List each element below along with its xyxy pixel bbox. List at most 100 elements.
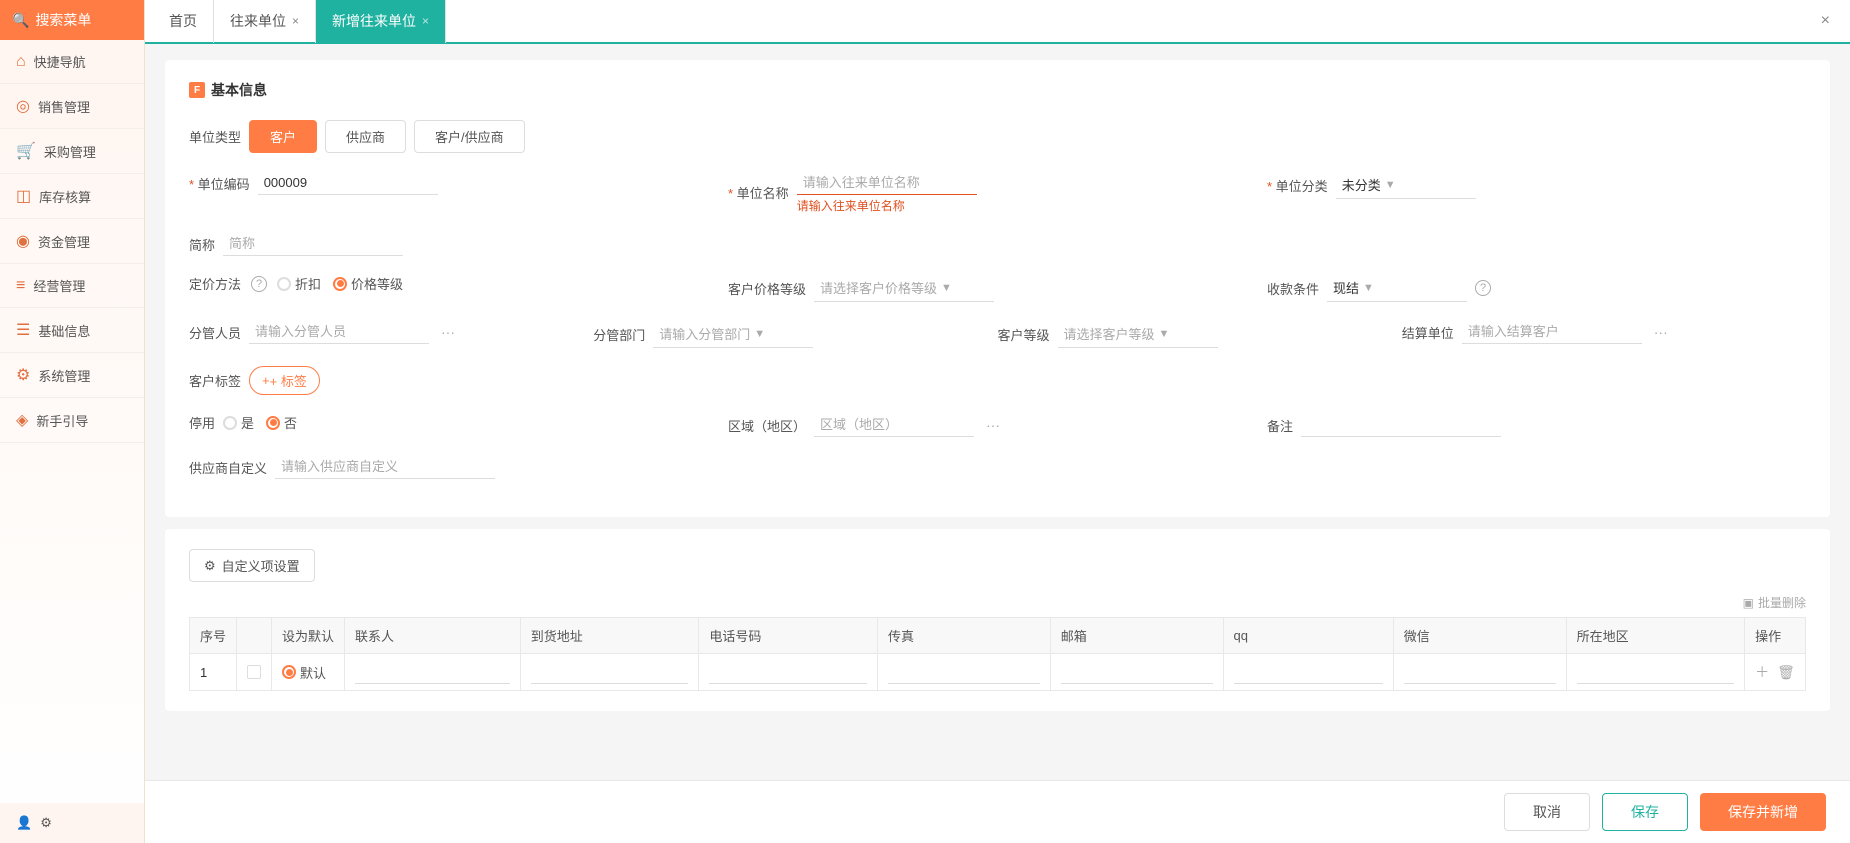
cell-checkbox[interactable] [237,654,272,691]
inventory-icon: ◫ [16,186,31,206]
disabled-yes-radio[interactable]: 是 [223,413,254,432]
region-label: 区域（地区） [728,416,806,435]
supervisor-input[interactable] [249,320,429,344]
tab-new-partner[interactable]: 新增往来单位 × [316,0,446,43]
department-select[interactable]: 请输入分管部门 ▼ [653,320,813,348]
cell-fax[interactable] [877,654,1050,691]
save-button[interactable]: 保存 [1602,793,1688,831]
region-table-input[interactable] [1577,660,1735,684]
region-group: 区域（地区） ··· [728,413,1267,437]
payment-terms-chevron: ▼ [1363,282,1374,294]
tab-home[interactable]: 首页 [153,0,214,43]
cell-address[interactable] [520,654,699,691]
guide-icon: ◈ [16,410,28,430]
unit-type-group-container: 单位类型 客户 供应商 客户/供应商 [189,120,1806,153]
cell-index: 1 [190,654,237,691]
pricing-discount-radio[interactable]: 折扣 [277,274,321,293]
pricing-level-radio[interactable]: 价格等级 [333,274,403,293]
unit-name-input[interactable] [797,171,977,195]
unit-type-supplier-btn[interactable]: 供应商 [325,120,406,153]
close-partner-tab[interactable]: × [292,14,299,28]
remark-input[interactable] [1301,413,1501,437]
table-row: 1 默认 [190,654,1806,691]
sidebar-item-basic-info[interactable]: ☰ 基础信息 [0,308,144,353]
address-input[interactable] [531,660,689,684]
col-qq: qq [1223,618,1393,654]
disabled-label: 停用 [189,413,215,432]
remark-group: 备注 [1267,413,1806,437]
sales-icon: ◎ [16,96,30,116]
tab-partner[interactable]: 往来单位 × [214,0,316,43]
phone-input[interactable] [709,660,867,684]
col-email: 邮箱 [1050,618,1223,654]
pricing-method-label: 定价方法 [189,274,241,293]
supplier-custom-label: 供应商自定义 [189,458,267,477]
contact-input[interactable] [355,660,510,684]
pricing-method-group: 定价方法 ? 折扣 价格等级 [189,274,728,293]
col-phone: 电话号码 [699,618,878,654]
sidebar-item-quick-nav[interactable]: ⌂ 快捷导航 [0,40,144,84]
customer-price-level-select[interactable]: 请选择客户价格等级 ▼ [814,274,994,302]
close-new-partner-tab[interactable]: × [422,14,429,28]
sidebar-item-sales[interactable]: ◎ 销售管理 [0,84,144,129]
short-name-input[interactable] [223,232,403,256]
unit-type-customer-btn[interactable]: 客户 [249,120,317,153]
purchase-icon: 🛒 [16,141,36,161]
add-row-icon[interactable]: ＋ [1755,662,1769,682]
unit-code-input[interactable] [258,171,438,195]
supervisor-label: 分管人员 [189,323,241,342]
settlement-unit-dots-btn[interactable]: ··· [1650,324,1672,340]
unit-code-label: 单位编码 [189,174,250,193]
cancel-button[interactable]: 取消 [1504,793,1590,831]
unit-code-group: 单位编码 [189,171,728,195]
region-dots-btn[interactable]: ··· [982,417,1004,433]
pricing-help-icon[interactable]: ? [251,276,267,292]
custom-settings-btn[interactable]: ⚙ 自定义项设置 [189,549,315,582]
sidebar-item-operations[interactable]: ≡ 经营管理 [0,264,144,308]
payment-terms-help-icon[interactable]: ? [1475,280,1491,296]
delete-row-icon[interactable]: 🗑 [1777,664,1795,681]
fax-input[interactable] [888,660,1040,684]
finance-icon: ◉ [16,231,30,251]
default-radio[interactable]: 默认 [282,663,334,682]
disabled-no-circle [266,416,280,430]
sidebar-item-inventory[interactable]: ◫ 库存核算 [0,174,144,219]
batch-delete-btn[interactable]: ▣ 批量删除 [189,594,1806,611]
sidebar-bottom[interactable]: 👤 ⚙ [0,803,144,843]
search-menu-button[interactable]: 🔍 搜索菜单 [0,0,144,40]
cell-phone[interactable] [699,654,878,691]
cell-qq[interactable] [1223,654,1393,691]
payment-terms-select[interactable]: 现结 ▼ [1327,274,1467,302]
sidebar-item-guide[interactable]: ◈ 新手引导 [0,398,144,443]
customer-level-select[interactable]: 请选择客户等级 ▼ [1058,320,1218,348]
email-input[interactable] [1061,660,1213,684]
save-new-button[interactable]: 保存并新增 [1700,793,1826,831]
supplier-custom-input[interactable] [275,455,495,479]
unit-category-select[interactable]: 未分类 ▼ [1336,171,1476,199]
cell-contact[interactable] [345,654,521,691]
add-tag-button[interactable]: + + 标签 [249,366,320,395]
unit-type-both-btn[interactable]: 客户/供应商 [414,120,525,153]
wechat-input[interactable] [1404,660,1556,684]
cell-email[interactable] [1050,654,1223,691]
qq-input[interactable] [1234,660,1383,684]
supervisor-dots-btn[interactable]: ··· [437,324,459,340]
customer-tag-label: 客户标签 [189,371,241,390]
sidebar-item-finance[interactable]: ◉ 资金管理 [0,219,144,264]
settlement-unit-input[interactable] [1462,320,1642,344]
contact-table: 序号 设为默认 联系人 到货地址 电话号码 传真 邮箱 qq 微信 所在地区 操… [189,617,1806,691]
region-input[interactable] [814,413,974,437]
sidebar-item-purchase[interactable]: 🛒 采购管理 [0,129,144,174]
cell-region[interactable] [1566,654,1745,691]
close-window-button[interactable]: × [1809,12,1842,30]
customer-level-label: 客户等级 [998,325,1050,344]
department-group: 分管部门 请输入分管部门 ▼ [593,320,997,348]
disabled-no-radio[interactable]: 否 [266,413,297,432]
sidebar-item-system[interactable]: ⚙ 系统管理 [0,353,144,398]
disabled-group: 停用 是 否 [189,413,728,432]
row-checkbox[interactable] [247,665,261,679]
cell-row-actions: ＋ 🗑 [1745,654,1806,691]
cell-wechat[interactable] [1393,654,1566,691]
basic-info-icon: ☰ [16,320,30,340]
col-index: 序号 [190,618,237,654]
